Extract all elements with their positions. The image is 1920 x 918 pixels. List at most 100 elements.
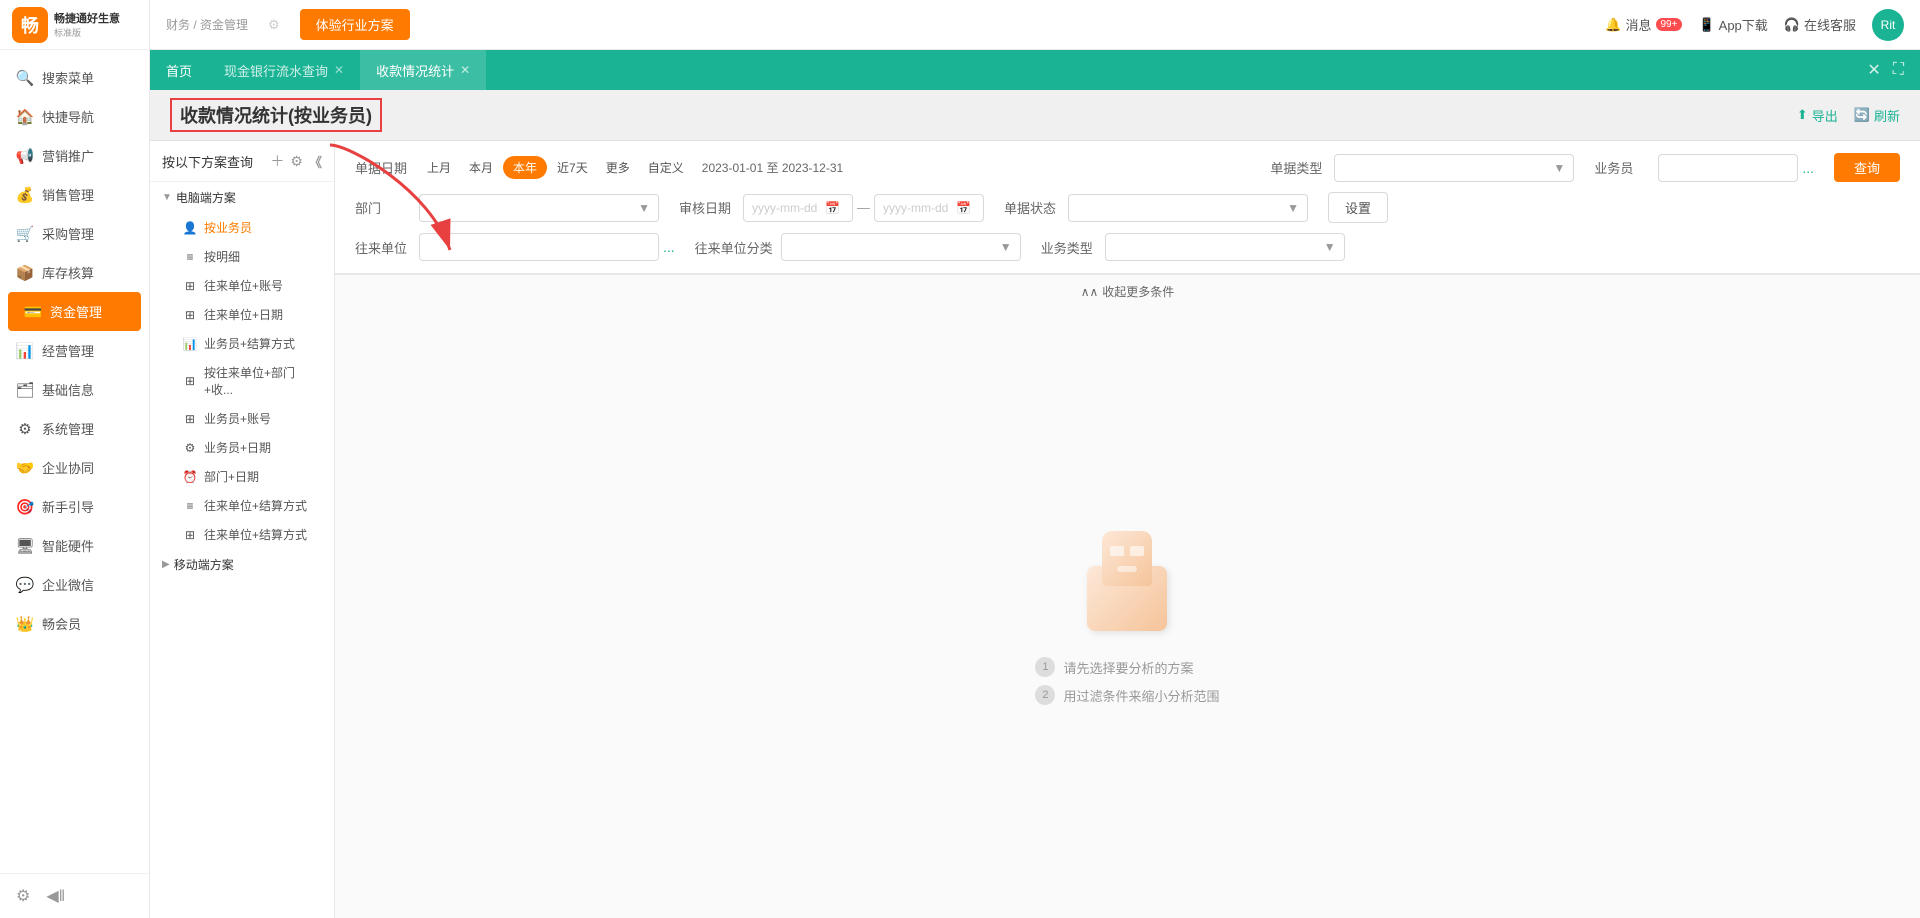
window-maximize-btn[interactable]: ⛶ bbox=[1893, 61, 1904, 79]
tree-item-staff-settle[interactable]: 📊 业务员+结算方式 bbox=[150, 329, 334, 358]
sidebar-item-enterprise[interactable]: 🤝 企业协同 bbox=[0, 448, 149, 487]
app-download-item[interactable]: 📱 App下载 bbox=[1698, 15, 1767, 34]
collapse-bar[interactable]: ∧∧ 收起更多条件 bbox=[335, 274, 1920, 308]
settings2-icon: ⚙ bbox=[182, 440, 198, 456]
table5-icon: ⊞ bbox=[182, 527, 198, 543]
partner-type-select[interactable]: ▼ bbox=[781, 233, 1021, 261]
tree-item-by-staff[interactable]: 👤 按业务员 bbox=[150, 213, 334, 242]
staff-more-icon[interactable]: ... bbox=[1802, 160, 1814, 176]
home-icon: 🏠 bbox=[16, 108, 34, 126]
sidebar-item-operations[interactable]: 📊 经营管理 bbox=[0, 331, 149, 370]
notification-item[interactable]: 🔔 消息 99+ bbox=[1605, 15, 1682, 34]
sidebar-item-wechat[interactable]: 💬 企业微信 bbox=[0, 565, 149, 604]
window-close-btn[interactable]: ✕ bbox=[1867, 60, 1880, 80]
tree-item-partner-date[interactable]: ⊞ 往来单位+日期 bbox=[150, 300, 334, 329]
trial-button[interactable]: 体验行业方案 bbox=[300, 9, 410, 40]
doctype-select[interactable]: ▼ bbox=[1334, 154, 1574, 182]
empty-illustration bbox=[1062, 521, 1192, 631]
sidebar-item-smart[interactable]: 🖥 智能硬件 bbox=[0, 526, 149, 565]
sidebar-item-quicknav[interactable]: 🏠 快捷导航 bbox=[0, 97, 149, 136]
tab-cashflow-close[interactable]: ✕ bbox=[334, 63, 344, 77]
sidebar-item-sales[interactable]: 💰 销售管理 bbox=[0, 175, 149, 214]
person-icon: 👤 bbox=[182, 220, 198, 236]
tree-group-desktop-header[interactable]: ▼ 电脑端方案 bbox=[150, 182, 334, 213]
logo-text-area: 畅捷通好生意 标准版 bbox=[54, 10, 120, 39]
step-2-num: 2 bbox=[1035, 685, 1055, 705]
tab-collection-close[interactable]: ✕ bbox=[460, 63, 470, 77]
tab-home[interactable]: 首页 bbox=[166, 50, 208, 90]
settings-bottom-icon[interactable]: ⚙ bbox=[16, 886, 30, 906]
tree-item-partner-settle1[interactable]: ≡ 往来单位+结算方式 bbox=[150, 491, 334, 520]
date-btn-7days[interactable]: 近7天 bbox=[549, 156, 596, 179]
calendar-icon: 📅 bbox=[825, 201, 840, 215]
download-icon: 📱 bbox=[1698, 17, 1714, 33]
sidebar-item-label: 经营管理 bbox=[42, 341, 94, 360]
refresh-button[interactable]: 🔄 刷新 bbox=[1854, 106, 1900, 125]
sidebar-item-system[interactable]: ⚙ 系统管理 bbox=[0, 409, 149, 448]
tree-item-dept-date[interactable]: ⏰ 部门+日期 bbox=[150, 462, 334, 491]
data-area: 1 请先选择要分析的方案 2 用过滤条件来缩小分析范围 bbox=[335, 308, 1920, 918]
date-btn-lastmonth[interactable]: 上月 bbox=[419, 156, 459, 179]
docstatus-label: 单据状态 bbox=[1004, 198, 1060, 217]
partner-type-label: 往来单位分类 bbox=[695, 238, 773, 257]
sidebar-item-inventory[interactable]: 📦 库存核算 bbox=[0, 253, 149, 292]
arrow-down-icon: ▼ bbox=[162, 192, 172, 203]
partner-more-icon[interactable]: ... bbox=[663, 239, 675, 255]
review-date-start[interactable]: yyyy-mm-dd 📅 bbox=[743, 194, 853, 222]
date-btn-thisyear[interactable]: 本年 bbox=[503, 156, 547, 179]
tree-item-partner-dept[interactable]: ⊞ 按往来单位+部门+收... bbox=[150, 358, 334, 404]
sidebar-item-member[interactable]: 👑 畅会员 bbox=[0, 604, 149, 643]
tree-item-partner-account[interactable]: ⊞ 往来单位+账号 bbox=[150, 271, 334, 300]
tree-group-mobile-header[interactable]: ▶ 移动端方案 bbox=[150, 549, 334, 580]
sidebar-item-guide[interactable]: 🎯 新手引导 bbox=[0, 487, 149, 526]
enterprise-icon: 🤝 bbox=[16, 459, 34, 477]
sidebar-item-label: 系统管理 bbox=[42, 419, 94, 438]
sidebar-item-basic[interactable]: 🗂 基础信息 bbox=[0, 370, 149, 409]
tree-item-partner-settle2[interactable]: ⊞ 往来单位+结算方式 bbox=[150, 520, 334, 549]
tree-item-staff-date[interactable]: ⚙ 业务员+日期 bbox=[150, 433, 334, 462]
collapse-icon[interactable]: ◀‖ bbox=[46, 886, 65, 906]
refresh-icon: 🔄 bbox=[1854, 107, 1870, 123]
review-date-end[interactable]: yyyy-mm-dd 📅 bbox=[874, 194, 984, 222]
biz-type-select[interactable]: ▼ bbox=[1105, 233, 1345, 261]
sidebar-item-purchase[interactable]: 🛒 采购管理 bbox=[0, 214, 149, 253]
filter-row-1: 单据日期 上月 本月 本年 近7天 更多 自定义 2023-01-01 至 20… bbox=[355, 153, 1900, 182]
sidebar-item-marketing[interactable]: 📢 营销推广 bbox=[0, 136, 149, 175]
tab-cashflow[interactable]: 现金银行流水查询 ✕ bbox=[208, 50, 360, 90]
tree-item-staff-account[interactable]: ⊞ 业务员+账号 bbox=[150, 404, 334, 433]
settings-icon-topbar[interactable]: ⚙ bbox=[268, 17, 280, 33]
collapse-panel-icon[interactable]: 《 bbox=[309, 152, 322, 171]
filter-biz-type: 业务类型 ▼ bbox=[1041, 233, 1345, 261]
tree-item-label: 往来单位+结算方式 bbox=[204, 526, 307, 543]
sidebar-item-search[interactable]: 🔍 搜索菜单 bbox=[0, 58, 149, 97]
partner-label: 往来单位 bbox=[355, 238, 411, 257]
add-scheme-icon[interactable]: ＋ bbox=[270, 151, 284, 171]
right-panel: 单据日期 上月 本月 本年 近7天 更多 自定义 2023-01-01 至 20… bbox=[335, 141, 1920, 918]
logo-badge: 标准版 bbox=[54, 26, 120, 39]
filter-review-date: 审核日期 yyyy-mm-dd 📅 — yyyy-mm-dd 📅 bbox=[679, 194, 984, 222]
sidebar-bottom: ⚙ ◀‖ bbox=[0, 873, 149, 918]
docstatus-select[interactable]: ▼ bbox=[1068, 194, 1308, 222]
date-btn-more[interactable]: 更多 bbox=[598, 156, 638, 179]
settings-scheme-icon[interactable]: ⚙ bbox=[290, 153, 303, 170]
sidebar-item-finance[interactable]: 💳 资金管理 bbox=[8, 292, 141, 331]
date-btn-custom[interactable]: 自定义 bbox=[640, 156, 692, 179]
avatar[interactable]: Rit bbox=[1872, 9, 1904, 41]
staff-input[interactable] bbox=[1658, 154, 1798, 182]
tab-home-label: 首页 bbox=[166, 61, 192, 80]
date-btn-thismonth[interactable]: 本月 bbox=[461, 156, 501, 179]
query-button[interactable]: 查询 bbox=[1834, 153, 1900, 182]
tree-item-label: 往来单位+日期 bbox=[204, 306, 283, 323]
tree-item-detail[interactable]: ≡ 按明细 bbox=[150, 242, 334, 271]
sales-icon: 💰 bbox=[16, 186, 34, 204]
tree-group-mobile: ▶ 移动端方案 bbox=[150, 549, 334, 580]
export-button[interactable]: ⬆ 导出 bbox=[1797, 106, 1838, 125]
settings-button[interactable]: 设置 bbox=[1328, 192, 1388, 223]
partner-input[interactable] bbox=[419, 233, 659, 261]
tab-collection[interactable]: 收款情况统计 ✕ bbox=[360, 50, 486, 90]
online-service-item[interactable]: 🎧 在线客服 bbox=[1784, 15, 1856, 34]
dept-select[interactable]: ▼ bbox=[419, 194, 659, 222]
chevron-down-icon3: ▼ bbox=[1287, 201, 1299, 215]
date-label: 单据日期 bbox=[355, 158, 411, 177]
sidebar: 畅 畅捷通好生意 标准版 🔍 搜索菜单 🏠 快捷导航 📢 营销推广 💰 销售管理… bbox=[0, 0, 150, 918]
